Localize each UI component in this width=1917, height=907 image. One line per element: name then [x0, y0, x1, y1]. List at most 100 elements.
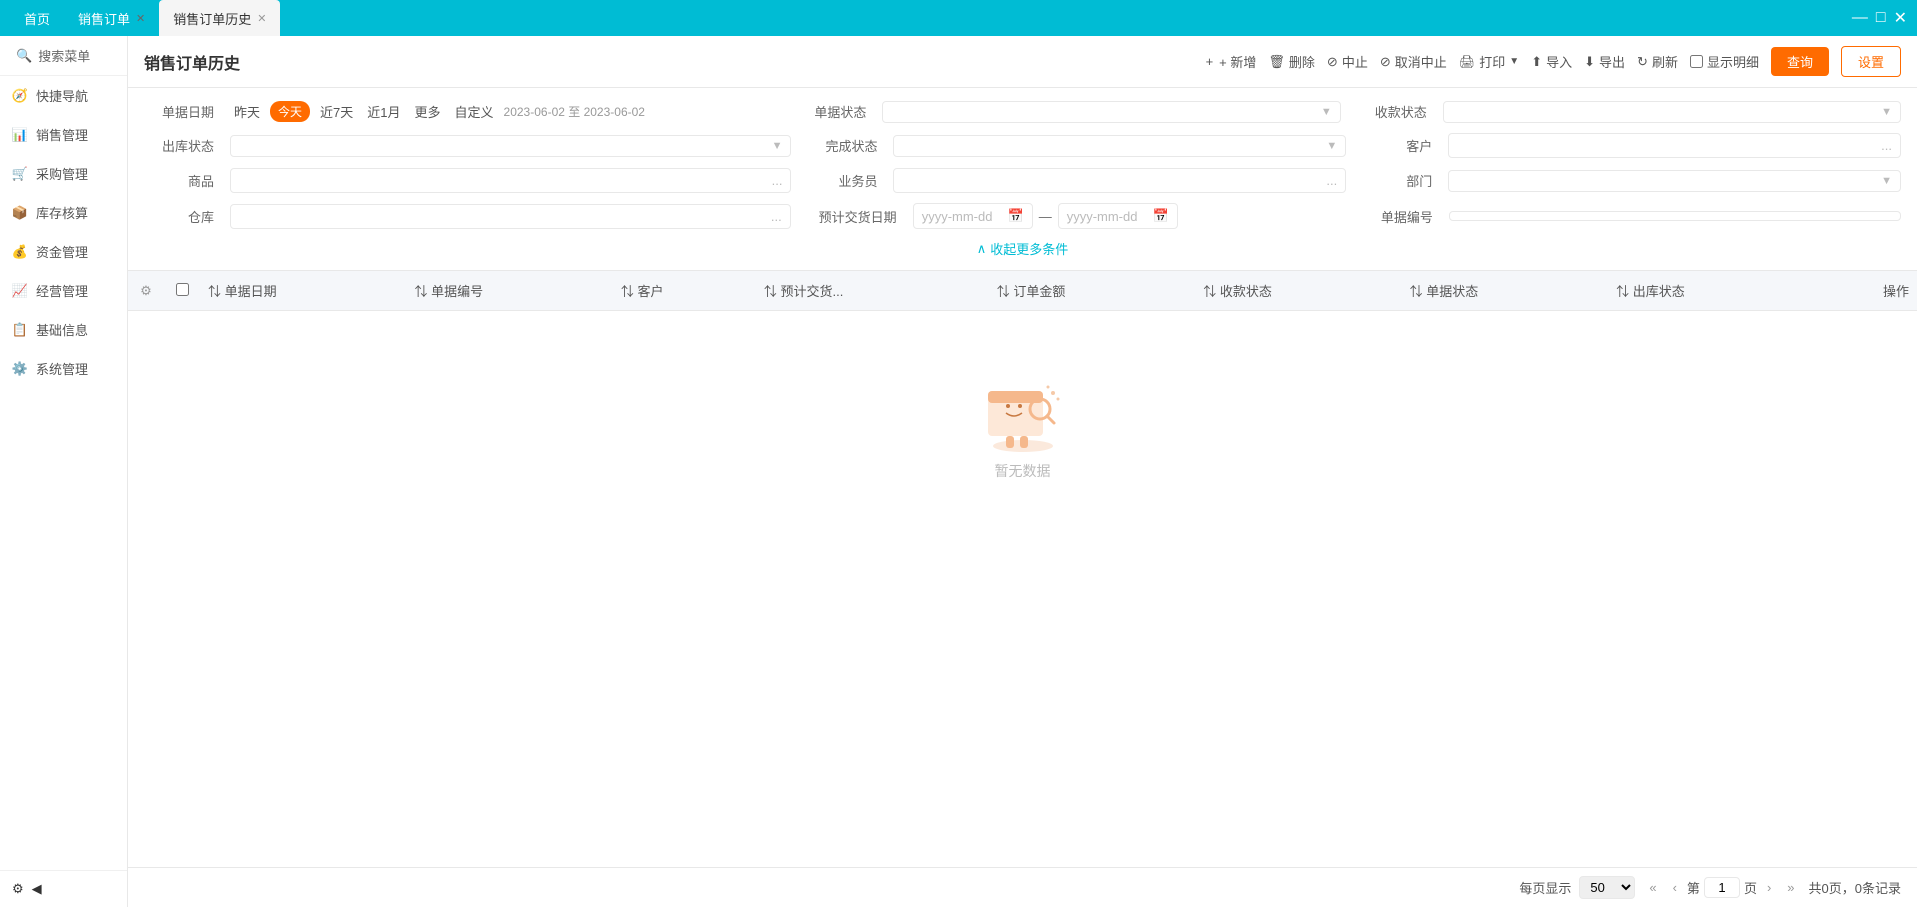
- last-page-button[interactable]: »: [1781, 878, 1800, 897]
- salesperson-input[interactable]: ...: [893, 168, 1346, 193]
- calendar-start-icon[interactable]: 📅: [1008, 208, 1024, 224]
- refresh-button[interactable]: ↻ 刷新: [1637, 52, 1678, 71]
- receipt-status-label: 收款状态: [1357, 102, 1427, 121]
- refresh-icon: ↻: [1637, 54, 1648, 70]
- date-btn-7days[interactable]: 近7天: [316, 100, 357, 123]
- page-nav: « ‹ 第 页 › »: [1643, 877, 1800, 898]
- select-all-checkbox[interactable]: [176, 283, 189, 296]
- import-button[interactable]: ⬆ 导入: [1531, 52, 1572, 71]
- date-btn-more[interactable]: 更多: [411, 100, 445, 123]
- plus-icon: +: [1206, 54, 1214, 69]
- col-delivery-sort-icon[interactable]: ⇅: [764, 284, 777, 299]
- col-receipt-status-header: ⇅ 收款状态: [1195, 271, 1401, 311]
- tab-home[interactable]: 首页: [10, 0, 64, 36]
- col-date-sort-icon[interactable]: ⇅: [208, 284, 221, 299]
- quick-nav-icon: 🧭: [12, 88, 28, 104]
- col-bill-status-header: ⇅ 单据状态: [1402, 271, 1608, 311]
- tab-sales-order-history-close[interactable]: ✕: [257, 12, 266, 25]
- sidebar-item-purchase-mgmt[interactable]: 🛒 采购管理: [0, 154, 127, 193]
- receipt-status-select[interactable]: ▼: [1443, 101, 1901, 123]
- page-header: 销售订单历史 + + 新增 🗑 删除 ⊘ 中止 ⊘ 取消中止: [128, 36, 1917, 88]
- window-close-icon[interactable]: ✕: [1894, 8, 1907, 28]
- delete-icon: 🗑: [1268, 54, 1285, 70]
- goods-input[interactable]: ...: [230, 168, 791, 193]
- salesperson-ellipsis-icon[interactable]: ...: [1326, 173, 1337, 188]
- table-settings-icon[interactable]: ⚙: [140, 283, 152, 298]
- prev-page-button[interactable]: ‹: [1667, 878, 1683, 897]
- window-minimize-icon[interactable]: —: [1852, 9, 1868, 27]
- sidebar-item-inventory[interactable]: 📦 库存核算: [0, 193, 127, 232]
- date-btn-custom[interactable]: 自定义: [451, 100, 498, 123]
- date-range-field: 昨天 今天 近7天 近1月 更多 自定义 2023-06-02 至 2023-0…: [230, 100, 780, 123]
- receipt-status-arrow-icon: ▼: [1881, 106, 1892, 118]
- complete-status-select[interactable]: ▼: [893, 135, 1346, 157]
- col-amount-sort-icon[interactable]: ⇅: [997, 284, 1010, 299]
- query-button[interactable]: 查询: [1771, 47, 1829, 76]
- delivery-date-start-input[interactable]: yyyy-mm-dd 📅: [913, 203, 1033, 229]
- show-detail-checkbox[interactable]: [1690, 55, 1703, 68]
- page-number-input[interactable]: [1704, 877, 1740, 898]
- collapse-link[interactable]: ∧ 收起更多条件: [144, 239, 1901, 258]
- sidebar-bottom: ⚙ ◀: [0, 870, 127, 907]
- new-button[interactable]: + + 新增: [1206, 52, 1257, 71]
- stop-icon: ⊘: [1327, 54, 1338, 70]
- tab-sales-order[interactable]: 销售订单 ✕: [64, 0, 159, 36]
- date-btn-yesterday[interactable]: 昨天: [230, 100, 264, 123]
- col-bill-status-sort-icon[interactable]: ⇅: [1410, 284, 1423, 299]
- delivery-date-end-input[interactable]: yyyy-mm-dd 📅: [1058, 203, 1178, 229]
- print-icon: 🖨: [1459, 54, 1476, 70]
- col-customer-header: ⇅ 客户: [613, 271, 756, 311]
- sidebar-item-label: 销售管理: [36, 125, 88, 144]
- stop-button[interactable]: ⊘ 中止: [1327, 52, 1368, 71]
- sidebar-item-sales-mgmt[interactable]: 📊 销售管理: [0, 115, 127, 154]
- date-label: 单据日期: [144, 102, 214, 121]
- sidebar-settings-icon[interactable]: ⚙: [12, 881, 24, 897]
- show-detail-checkbox-label[interactable]: 显示明细: [1690, 52, 1759, 71]
- calendar-end-icon[interactable]: 📅: [1153, 208, 1169, 224]
- customer-label: 客户: [1362, 136, 1432, 155]
- sidebar-item-label: 采购管理: [36, 164, 88, 183]
- page-size-select[interactable]: 10 20 50 100: [1579, 876, 1635, 899]
- goods-ellipsis-icon[interactable]: ...: [772, 173, 783, 188]
- sidebar-item-operations[interactable]: 📈 经营管理: [0, 271, 127, 310]
- col-receipt-status-sort-icon[interactable]: ⇅: [1203, 284, 1216, 299]
- sidebar-item-finance[interactable]: 💰 资金管理: [0, 232, 127, 271]
- dept-select[interactable]: ▼: [1448, 170, 1901, 192]
- warehouse-input[interactable]: ...: [230, 204, 791, 229]
- sidebar-item-basic-info[interactable]: 📋 基础信息: [0, 310, 127, 349]
- out-status-select[interactable]: ▼: [230, 135, 791, 157]
- customer-ellipsis-icon[interactable]: ...: [1881, 138, 1892, 153]
- tab-sales-order-history[interactable]: 销售订单历史 ✕: [159, 0, 280, 36]
- date-btn-today[interactable]: 今天: [270, 101, 310, 122]
- next-page-button[interactable]: ›: [1761, 878, 1777, 897]
- sidebar-item-sys-mgmt[interactable]: ⚙️ 系统管理: [0, 349, 127, 388]
- import-icon: ⬆: [1531, 54, 1542, 70]
- first-page-button[interactable]: «: [1643, 878, 1662, 897]
- col-operation-header: 操作: [1815, 271, 1917, 311]
- sidebar-search-label: 搜索菜单: [38, 46, 90, 65]
- date-btn-1month[interactable]: 近1月: [363, 100, 404, 123]
- col-customer-sort-icon[interactable]: ⇅: [621, 284, 634, 299]
- bill-status-select[interactable]: ▼: [882, 101, 1340, 123]
- tab-sales-order-close[interactable]: ✕: [136, 12, 145, 25]
- sidebar-search[interactable]: 🔍 搜索菜单: [0, 36, 127, 76]
- export-button[interactable]: ⬇ 导出: [1584, 52, 1625, 71]
- bill-status-arrow-icon: ▼: [1321, 106, 1332, 118]
- window-maximize-icon[interactable]: □: [1876, 9, 1886, 27]
- customer-input[interactable]: ...: [1448, 133, 1901, 158]
- export-icon: ⬇: [1584, 54, 1595, 70]
- warehouse-ellipsis-icon[interactable]: ...: [771, 209, 782, 224]
- col-number-sort-icon[interactable]: ⇅: [414, 284, 427, 299]
- sidebar-collapse-icon[interactable]: ◀: [32, 881, 42, 897]
- col-settings: ⚙: [128, 271, 164, 311]
- show-detail-label: 显示明细: [1707, 52, 1759, 71]
- col-out-status-sort-icon[interactable]: ⇅: [1616, 284, 1629, 299]
- cancel-stop-button[interactable]: ⊘ 取消中止: [1380, 52, 1447, 71]
- sidebar-item-label: 经营管理: [36, 281, 88, 300]
- setting-button[interactable]: 设置: [1841, 46, 1901, 77]
- delete-button[interactable]: 🗑 删除: [1268, 52, 1315, 71]
- bill-number-input[interactable]: [1449, 211, 1901, 221]
- print-button[interactable]: 🖨 打印 ▼: [1459, 52, 1519, 71]
- sidebar-item-quick-nav[interactable]: 🧭 快捷导航: [0, 76, 127, 115]
- col-date-header: ⇅ 单据日期: [200, 271, 406, 311]
